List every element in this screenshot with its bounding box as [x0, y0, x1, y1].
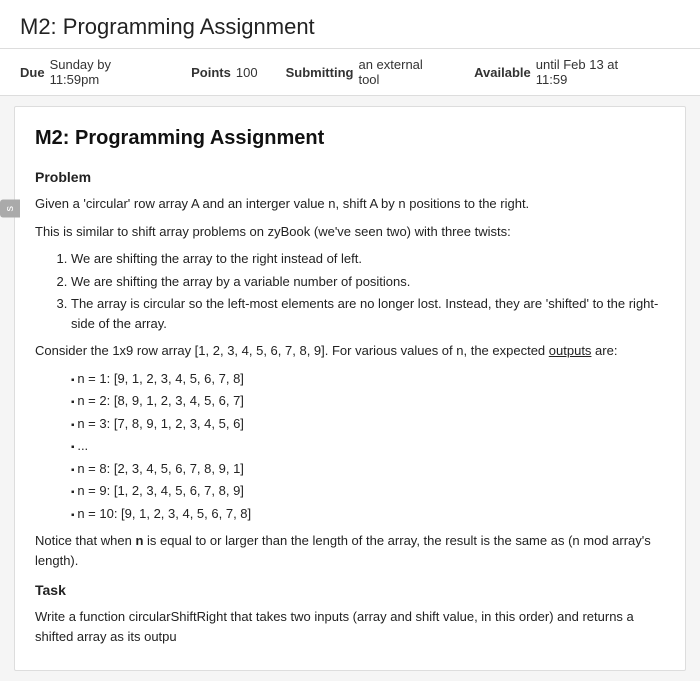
page-title: M2: Programming Assignment — [20, 14, 680, 40]
points-value: 100 — [236, 65, 258, 80]
example-item-4: n = 8: [2, 3, 4, 5, 6, 7, 8, 9, 1] — [71, 459, 665, 479]
example-item-1: n = 2: [8, 9, 1, 2, 3, 4, 5, 6, 7] — [71, 391, 665, 411]
example-intro: Consider the 1x9 row array [1, 2, 3, 4, … — [35, 341, 665, 361]
page-title-bar: M2: Programming Assignment — [0, 0, 700, 49]
problem-intro2: This is similar to shift array problems … — [35, 222, 665, 242]
twist-item-3: The array is circular so the left-most e… — [71, 294, 665, 333]
available-meta: Available until Feb 13 at 11:59 — [474, 57, 652, 87]
task-heading: Task — [35, 580, 665, 601]
content-area: M2: Programming Assignment Problem Given… — [14, 106, 686, 671]
submitting-value: an external tool — [358, 57, 446, 87]
available-label: Available — [474, 65, 531, 80]
available-value: until Feb 13 at 11:59 — [536, 57, 652, 87]
left-tab: s — [0, 200, 20, 218]
submitting-meta: Submitting an external tool — [286, 57, 447, 87]
example-item-3: ... — [71, 436, 665, 456]
points-meta: Points 100 — [191, 65, 257, 80]
due-value: Sunday by 11:59pm — [50, 57, 164, 87]
example-item-6: n = 10: [9, 1, 2, 3, 4, 5, 6, 7, 8] — [71, 504, 665, 524]
notice-text: Notice that when n is equal to or larger… — [35, 531, 665, 570]
meta-bar: Due Sunday by 11:59pm Points 100 Submitt… — [0, 49, 700, 96]
problem-heading: Problem — [35, 167, 665, 188]
problem-intro1: Given a 'circular' row array A and an in… — [35, 194, 665, 214]
twists-list: We are shifting the array to the right i… — [71, 249, 665, 333]
task-text: Write a function circularShiftRight that… — [35, 607, 665, 646]
assignment-title: M2: Programming Assignment — [35, 123, 665, 153]
twist-item-1: We are shifting the array to the right i… — [71, 249, 665, 269]
twist-item-2: We are shifting the array by a variable … — [71, 272, 665, 292]
due-label: Due — [20, 65, 45, 80]
example-item-2: n = 3: [7, 8, 9, 1, 2, 3, 4, 5, 6] — [71, 414, 665, 434]
example-item-0: n = 1: [9, 1, 2, 3, 4, 5, 6, 7, 8] — [71, 369, 665, 389]
task-section: Task Write a function circularShiftRight… — [35, 580, 665, 646]
points-label: Points — [191, 65, 231, 80]
example-item-5: n = 9: [1, 2, 3, 4, 5, 6, 7, 8, 9] — [71, 481, 665, 501]
submitting-label: Submitting — [286, 65, 354, 80]
examples-list: n = 1: [9, 1, 2, 3, 4, 5, 6, 7, 8] n = 2… — [71, 369, 665, 524]
due-meta: Due Sunday by 11:59pm — [20, 57, 163, 87]
